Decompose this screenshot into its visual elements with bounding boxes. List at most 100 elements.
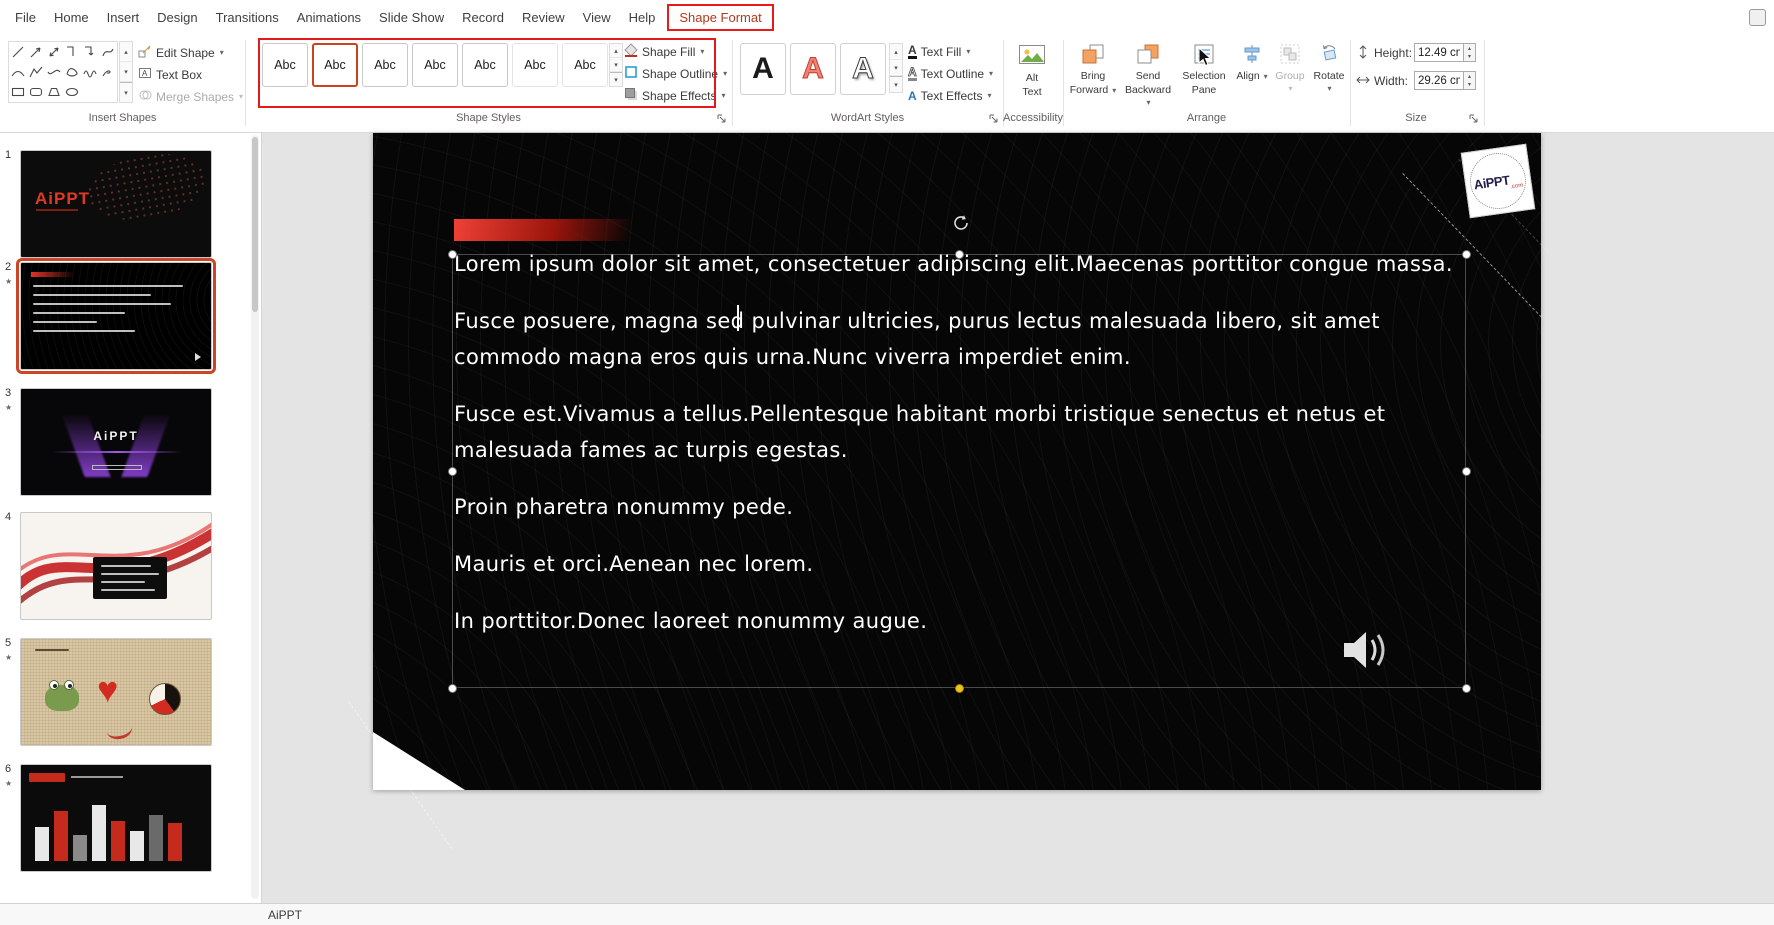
shape-fill-button[interactable]: Shape Fill ▾ — [624, 41, 704, 62]
width-spin-down-icon[interactable]: ▾ — [1464, 81, 1475, 90]
edit-shape-label: Edit Shape — [156, 45, 215, 60]
align-button[interactable]: Align ▾ — [1234, 39, 1270, 109]
tab-file[interactable]: File — [6, 0, 45, 35]
wordart-preset-1[interactable]: A — [740, 43, 786, 95]
shape-loop-icon[interactable] — [99, 62, 117, 82]
slide-thumbnail-6[interactable] — [20, 764, 212, 872]
edit-shape-button[interactable]: Edit Shape ▾ — [138, 42, 224, 63]
width-input[interactable] — [1414, 71, 1464, 90]
slide-editing-surface[interactable]: AiPPT .com Lorem ipsum dolor sit amet, c… — [348, 133, 1550, 850]
shape-outline-button[interactable]: Shape Outline ▾ — [624, 63, 727, 84]
shape-elbow-arrow-icon[interactable] — [81, 42, 99, 62]
alt-text-button[interactable]: Alt Text — [1010, 39, 1054, 109]
shape-freeform-icon[interactable] — [27, 62, 45, 82]
tab-view[interactable]: View — [574, 0, 620, 35]
shape-rectangle-icon[interactable] — [9, 82, 27, 102]
shape-effects-button[interactable]: Shape Effects ▾ — [624, 85, 726, 106]
tab-insert[interactable]: Insert — [98, 0, 149, 35]
wordart-dialog-launcher-icon[interactable] — [988, 112, 1000, 124]
slide-thumbnail-3[interactable]: AiPPT — [20, 388, 212, 496]
tab-home[interactable]: Home — [45, 0, 98, 35]
shape-style-preset-2-selected[interactable]: Abc — [312, 43, 358, 87]
text-outline-button[interactable]: A Text Outline ▾ — [908, 63, 993, 84]
shape-rounded-rectangle-icon[interactable] — [27, 82, 45, 102]
tab-animations[interactable]: Animations — [288, 0, 370, 35]
gallery-down-icon[interactable]: ▾ — [120, 62, 132, 82]
shape-elbow-connector-icon[interactable] — [63, 42, 81, 62]
send-backward-button[interactable]: Send Backward ▾ — [1122, 39, 1174, 109]
rotate-button[interactable]: Rotate ▾ — [1310, 39, 1348, 109]
resize-handle-top-center[interactable] — [955, 250, 964, 259]
shape-arrow-icon[interactable] — [27, 42, 45, 62]
resize-handle-middle-right[interactable] — [1462, 467, 1471, 476]
scrollbar-thumb[interactable] — [252, 137, 258, 312]
wordart-down-icon[interactable]: ▾ — [890, 60, 902, 76]
shape-oval-icon[interactable] — [63, 82, 81, 102]
aippt-logo[interactable]: AiPPT .com — [1460, 143, 1536, 219]
group-label-shape-styles: Shape Styles — [456, 112, 521, 124]
slide-thumbnail-4[interactable] — [20, 512, 212, 620]
adjust-handle-bottom-center[interactable] — [955, 684, 964, 693]
group-button[interactable]: Group ▾ — [1272, 39, 1308, 109]
wordart-up-icon[interactable]: ▴ — [890, 44, 902, 60]
tab-record[interactable]: Record — [453, 0, 513, 35]
gallery-up-icon[interactable]: ▴ — [120, 42, 132, 62]
slide-thumbnail-2-selected[interactable] — [16, 258, 216, 374]
resize-handle-middle-left[interactable] — [448, 467, 457, 476]
tab-help[interactable]: Help — [620, 0, 665, 35]
audio-speaker-icon[interactable] — [1340, 627, 1394, 673]
shape-double-arrow-icon[interactable] — [45, 42, 63, 62]
resize-handle-bottom-left[interactable] — [448, 684, 457, 693]
ribbon: ▴ ▾ ▾ Edit Shape ▾ A Text Box Merge Shap… — [0, 35, 1774, 133]
slide-canvas-area: AiPPT .com Lorem ipsum dolor sit amet, c… — [262, 133, 1774, 903]
size-dialog-launcher-icon[interactable] — [1468, 112, 1480, 124]
shape-style-preset-4[interactable]: Abc — [412, 43, 458, 87]
shape-style-preset-3[interactable]: Abc — [362, 43, 408, 87]
red-accent-bar-shape[interactable] — [454, 219, 634, 241]
text-fill-button[interactable]: A Text Fill ▾ — [908, 41, 970, 62]
resize-handle-top-right[interactable] — [1462, 250, 1471, 259]
text-box-button[interactable]: A Text Box — [138, 64, 202, 85]
selection-pane-button[interactable]: Selection Pane — [1178, 39, 1230, 109]
rotate-handle-icon[interactable] — [951, 213, 971, 233]
tab-slide-show[interactable]: Slide Show — [370, 0, 453, 35]
tab-shape-format[interactable]: Shape Format — [667, 4, 774, 31]
shape-styles-dialog-launcher-icon[interactable] — [716, 112, 728, 124]
height-spin-up-icon[interactable]: ▴ — [1464, 44, 1475, 53]
shape-style-preset-7[interactable]: Abc — [562, 43, 608, 87]
shape-style-preset-5[interactable]: Abc — [462, 43, 508, 87]
height-spin-down-icon[interactable]: ▾ — [1464, 53, 1475, 62]
tab-transitions[interactable]: Transitions — [207, 0, 288, 35]
styles-more-icon[interactable]: ▾ — [610, 72, 622, 86]
shape-style-preset-6[interactable]: Abc — [512, 43, 558, 87]
slide-thumbnail-5[interactable]: ♥ — [20, 638, 212, 746]
bring-forward-button[interactable]: Bring Forward ▾ — [1068, 39, 1118, 109]
shape-arc-icon[interactable] — [9, 62, 27, 82]
shape-line-icon[interactable] — [9, 42, 27, 62]
styles-up-icon[interactable]: ▴ — [610, 44, 622, 58]
tab-design[interactable]: Design — [148, 0, 206, 35]
ribbon-options-icon[interactable] — [1749, 9, 1766, 26]
merge-shapes-button[interactable]: Merge Shapes ▾ — [138, 86, 243, 107]
wordart-preset-2[interactable]: A — [790, 43, 836, 95]
styles-down-icon[interactable]: ▾ — [610, 58, 622, 72]
shape-curved-connector-icon[interactable] — [99, 42, 117, 62]
shape-scribble-icon[interactable] — [81, 62, 99, 82]
height-input[interactable] — [1414, 43, 1464, 62]
slide-thumbnail-1[interactable]: AiPPT — [20, 150, 212, 258]
text-line: In porttitor.Donec laoreet nonummy augue… — [454, 609, 928, 633]
wordart-preset-3[interactable]: A — [840, 43, 886, 95]
resize-handle-bottom-right[interactable] — [1462, 684, 1471, 693]
resize-handle-top-left[interactable] — [448, 250, 457, 259]
chevron-down-icon: ▾ — [219, 48, 224, 57]
shape-blob-icon[interactable] — [63, 62, 81, 82]
shape-trapezoid-icon[interactable] — [45, 82, 63, 102]
mini-red-bar — [31, 272, 75, 277]
gallery-more-icon[interactable]: ▾ — [120, 82, 132, 102]
shape-style-preset-1[interactable]: Abc — [262, 43, 308, 87]
wordart-more-icon[interactable]: ▾ — [890, 76, 902, 92]
text-effects-button[interactable]: A Text Effects ▾ — [908, 85, 992, 106]
width-spin-up-icon[interactable]: ▴ — [1464, 72, 1475, 81]
shape-curve-icon[interactable] — [45, 62, 63, 82]
tab-review[interactable]: Review — [513, 0, 574, 35]
